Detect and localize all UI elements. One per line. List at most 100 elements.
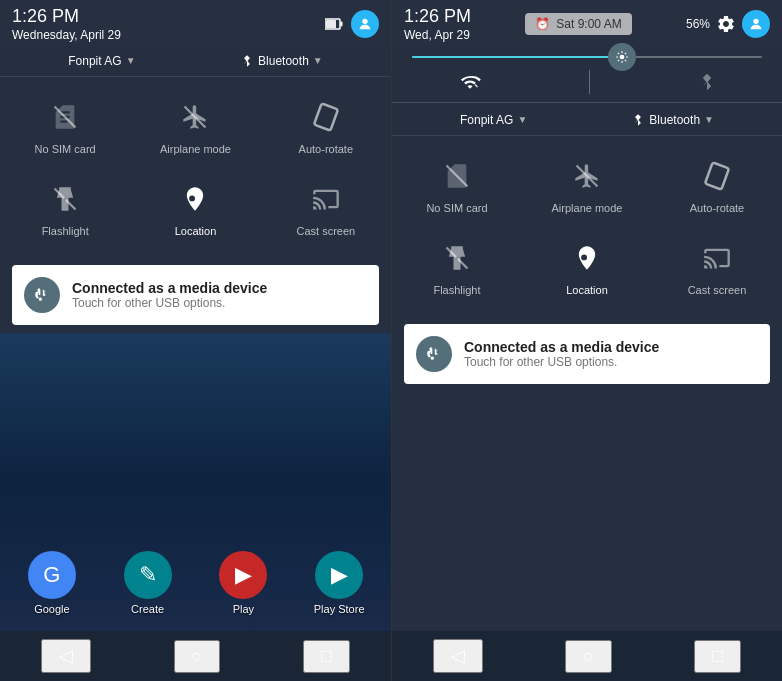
left-tile-autorotate[interactable]: Auto-rotate [261, 85, 391, 167]
right-bluetooth-tile[interactable]: Bluetooth ▼ [631, 113, 714, 127]
right-usb-icon [416, 336, 452, 372]
right-quick-grid: No SIM card Airplane mode [392, 136, 782, 316]
right-recents-button[interactable]: □ [694, 640, 741, 673]
left-quick-settings-row: Fonpit AG ▼ Bluetooth ▼ [0, 46, 391, 77]
right-tile-location[interactable]: Location [522, 226, 652, 308]
right-fonpit-dropdown: ▼ [517, 114, 527, 125]
settings-gear-icon[interactable] [716, 14, 736, 34]
right-back-button[interactable]: ◁ [433, 639, 483, 673]
right-status-bar: 1:26 PM Wed, Apr 29 ⏰ Sat 9:00 AM 56% [392, 0, 782, 46]
right-bt-section [697, 70, 717, 94]
bluetooth-icon-small-left [240, 54, 254, 68]
right-time: 1:26 PM [404, 6, 471, 28]
right-tile-sim[interactable]: No SIM card [392, 144, 522, 226]
left-recents-button[interactable]: □ [303, 640, 350, 673]
right-cast-label: Cast screen [688, 284, 747, 296]
left-tile-airplane[interactable]: Airplane mode [130, 85, 260, 167]
right-autorotate-label: Auto-rotate [690, 202, 744, 214]
battery-icon [325, 18, 343, 30]
flashlight-icon-left [45, 179, 85, 219]
left-create-label: Create [131, 603, 164, 615]
right-tile-autorotate[interactable]: Auto-rotate [652, 144, 782, 226]
left-app-play[interactable]: ▶ Play [200, 551, 288, 615]
bluetooth-icon-small-right [631, 113, 645, 127]
svg-rect-12 [705, 162, 729, 189]
left-play-label: Play [233, 603, 254, 615]
left-app-google[interactable]: G Google [8, 551, 96, 615]
right-notif-subtitle: Touch for other USB options. [464, 355, 659, 369]
left-playstore-label: Play Store [314, 603, 365, 615]
right-quick-settings-row: Fonpit AG ▼ Bluetooth ▼ [392, 105, 782, 136]
airplane-icon-left [175, 97, 215, 137]
left-tile-location[interactable]: Location [130, 167, 260, 249]
google-icon: G [28, 551, 76, 599]
right-bluetooth-label: Bluetooth [649, 113, 700, 127]
left-status-left: 1:26 PM Wednesday, April 29 [12, 6, 121, 42]
left-notif-subtitle: Touch for other USB options. [72, 296, 267, 310]
left-notification-card[interactable]: Connected as a media device Touch for ot… [12, 265, 379, 325]
left-fonpit-dropdown: ▼ [126, 55, 136, 66]
left-fonpit-label: Fonpit AG [68, 54, 121, 68]
right-notification-card[interactable]: Connected as a media device Touch for ot… [404, 324, 770, 384]
left-tile-flashlight[interactable]: Flashlight [0, 167, 130, 249]
left-date: Wednesday, April 29 [12, 28, 121, 42]
left-app-playstore[interactable]: ▶ Play Store [295, 551, 383, 615]
right-phone-panel: 1:26 PM Wed, Apr 29 ⏰ Sat 9:00 AM 56% [391, 0, 782, 681]
left-home-screen: G Google ✎ Create ▶ Play ▶ Play Store [0, 333, 391, 631]
right-status-icons: 56% [686, 10, 770, 38]
right-notif-text: Connected as a media device Touch for ot… [464, 339, 659, 369]
right-tile-cast[interactable]: Cast screen [652, 226, 782, 308]
left-home-button[interactable]: ○ [174, 640, 221, 673]
left-google-label: Google [34, 603, 69, 615]
sim-icon-right [437, 156, 477, 196]
left-back-button[interactable]: ◁ [41, 639, 91, 673]
right-home-button[interactable]: ○ [565, 640, 612, 673]
right-tile-airplane[interactable]: Airplane mode [522, 144, 652, 226]
svg-rect-6 [314, 103, 338, 130]
autorotate-icon-right [697, 156, 737, 196]
right-nav-bar: ◁ ○ □ [392, 631, 782, 681]
right-notif-title: Connected as a media device [464, 339, 659, 355]
right-airplane-label: Airplane mode [552, 202, 623, 214]
left-notification-shade: Fonpit AG ▼ Bluetooth ▼ [0, 46, 391, 333]
left-time: 1:26 PM [12, 6, 121, 28]
wifi-icon-right [458, 72, 482, 92]
create-icon: ✎ [124, 551, 172, 599]
right-wifi-bt-row [392, 64, 782, 100]
alarm-clock-icon: ⏰ [535, 17, 550, 31]
right-tile-flashlight[interactable]: Flashlight [392, 226, 522, 308]
left-bluetooth-tile[interactable]: Bluetooth ▼ [240, 54, 323, 68]
left-cast-label: Cast screen [296, 225, 355, 237]
brightness-fill [412, 56, 622, 58]
left-phone-panel: 1:26 PM Wednesday, April 29 Fonpit AG [0, 0, 391, 681]
svg-point-8 [753, 19, 758, 24]
left-airplane-label: Airplane mode [160, 143, 231, 155]
right-bt-dropdown: ▼ [704, 114, 714, 125]
right-notification-shade: Fonpit AG ▼ Bluetooth ▼ [392, 46, 782, 631]
svg-rect-1 [341, 21, 343, 26]
left-app-create[interactable]: ✎ Create [104, 551, 192, 615]
left-usb-icon [24, 277, 60, 313]
left-nav-bar: ◁ ○ □ [0, 631, 391, 681]
play-icon: ▶ [219, 551, 267, 599]
right-brightness-area [392, 46, 782, 64]
left-tile-sim[interactable]: No SIM card [0, 85, 130, 167]
left-avatar [351, 10, 379, 38]
right-fonpit-tile[interactable]: Fonpit AG ▼ [460, 113, 527, 127]
autorotate-icon-left [306, 97, 346, 137]
left-status-right [325, 10, 379, 38]
svg-rect-2 [326, 20, 336, 28]
left-sim-label: No SIM card [35, 143, 96, 155]
left-quick-grid: No SIM card Airplane mode [0, 77, 391, 257]
right-flashlight-label: Flashlight [433, 284, 480, 296]
left-fonpit-tile[interactable]: Fonpit AG ▼ [68, 54, 135, 68]
brightness-track[interactable] [412, 56, 762, 58]
left-tile-cast[interactable]: Cast screen [261, 167, 391, 249]
playstore-icon: ▶ [315, 551, 363, 599]
svg-point-3 [362, 19, 367, 24]
left-autorotate-label: Auto-rotate [299, 143, 353, 155]
left-location-label: Location [175, 225, 217, 237]
cast-icon-left [306, 179, 346, 219]
svg-point-9 [620, 55, 625, 60]
left-notif-text: Connected as a media device Touch for ot… [72, 280, 267, 310]
